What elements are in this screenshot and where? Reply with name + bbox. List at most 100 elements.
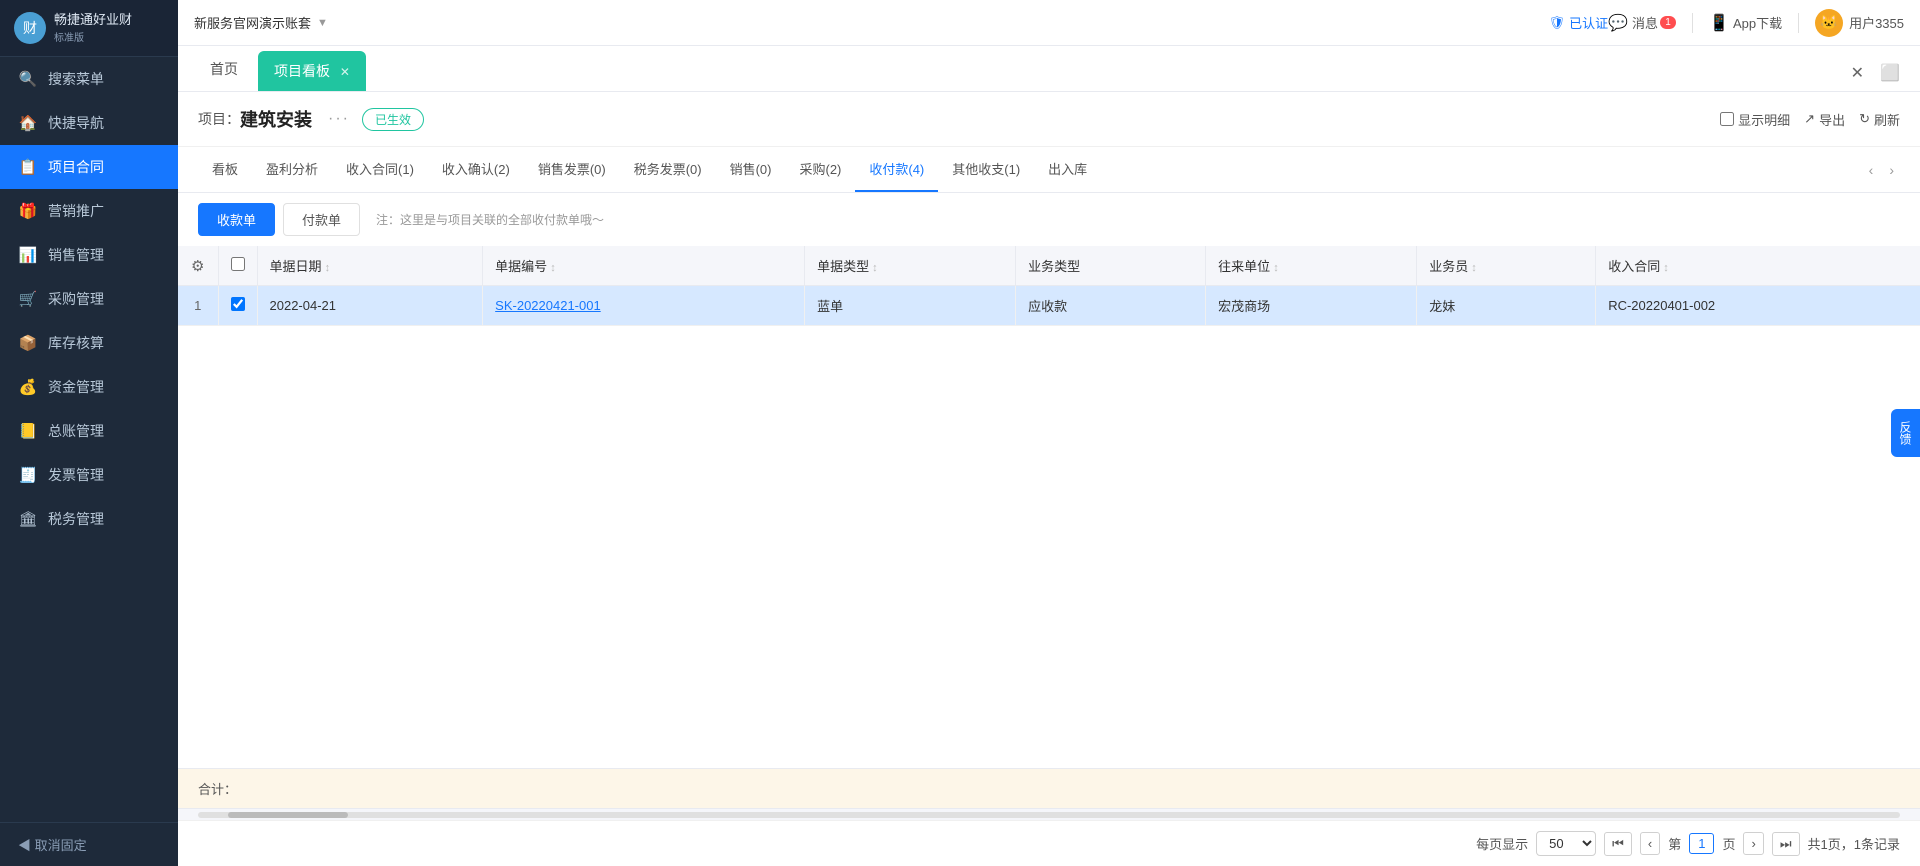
td-contract: RC-20220401-002 [1596, 286, 1920, 326]
message-icon: 💬 [1608, 13, 1628, 33]
tax-icon: 🏛 [18, 509, 38, 529]
th-settings[interactable]: ⚙ [178, 246, 218, 286]
subnav-tab-sales[interactable]: 销售(0) [716, 147, 786, 192]
ledger-icon: 📒 [18, 421, 38, 441]
export-button[interactable]: ↗ 导出 [1804, 110, 1845, 129]
subtab-bar: 收款单 付款单 注：这里是与项目关联的全部收付款单哦～ [178, 193, 1920, 246]
subnav-tab-inout[interactable]: 出入库 [1034, 147, 1101, 192]
total-label: 合计： [198, 782, 237, 797]
per-page-label: 每页显示 [1476, 834, 1528, 853]
maximize-window-button[interactable]: ⬜ [1876, 59, 1904, 87]
th-partner[interactable]: 往来单位 [1206, 246, 1417, 286]
next-page-button[interactable]: › [1743, 832, 1763, 855]
td-salesman: 龙妹 [1417, 286, 1596, 326]
th-code[interactable]: 单据编号 [483, 246, 805, 286]
show-detail-input[interactable] [1720, 112, 1734, 126]
subtab-note: 注：这里是与项目关联的全部收付款单哦～ [376, 211, 604, 228]
topbar-actions: 💬 消息 1 📱 App下载 🐱 用户3355 [1608, 9, 1904, 37]
prev-page-button[interactable]: ‹ [1640, 832, 1660, 855]
tabbar: 首页 项目看板 ✕ ✕ ⬜ [178, 46, 1920, 92]
select-all-checkbox[interactable] [231, 257, 245, 271]
subnav-tab-profit[interactable]: 盈利分析 [252, 147, 332, 192]
subnav: 看板 盈利分析 收入合同(1) 收入确认(2) 销售发票(0) 税务发票(0) … [178, 147, 1920, 193]
messages-badge: 1 [1660, 16, 1676, 29]
tab-project-board[interactable]: 项目看板 ✕ [258, 51, 366, 91]
last-page-button[interactable]: ⏭ [1772, 832, 1800, 856]
row-checkbox[interactable] [231, 297, 245, 311]
project-prefix: 项目： [198, 109, 240, 129]
app-download-button[interactable]: 📱 App下载 [1709, 13, 1782, 33]
fund-icon: 💰 [18, 377, 38, 397]
subnav-tab-tax-invoice[interactable]: 税务发票(0) [620, 147, 716, 192]
sidebar-item-tax[interactable]: 🏛 税务管理 [0, 497, 178, 541]
th-type[interactable]: 单据类型 [805, 246, 1016, 286]
td-index: 1 [178, 286, 218, 326]
sidebar-item-invoice[interactable]: 🧾 发票管理 [0, 453, 178, 497]
first-page-button[interactable]: ⏮ [1604, 832, 1632, 856]
th-date[interactable]: 单据日期 [257, 246, 483, 286]
th-salesman[interactable]: 业务员 [1417, 246, 1596, 286]
td-code[interactable]: SK-20220421-001 [483, 286, 805, 326]
sidebar-item-ledger[interactable]: 📒 总账管理 [0, 409, 178, 453]
messages-button[interactable]: 💬 消息 1 [1608, 13, 1676, 33]
refresh-icon: ↻ [1859, 111, 1870, 127]
subnav-tab-income-contract[interactable]: 收入合同(1) [332, 147, 428, 192]
export-icon: ↗ [1804, 111, 1815, 127]
topbar-divider [1692, 13, 1693, 33]
mobile-icon: 📱 [1709, 13, 1729, 33]
receipt-code-link[interactable]: SK-20220421-001 [495, 298, 601, 313]
subnav-tab-sales-invoice[interactable]: 销售发票(0) [524, 147, 620, 192]
subnav-prev-button[interactable]: ‹ [1863, 158, 1880, 182]
sidebar-item-purchase[interactable]: 🛒 采购管理 [0, 277, 178, 321]
user-avatar: 🐱 [1815, 9, 1843, 37]
scrollbar-track[interactable] [198, 812, 1900, 818]
sidebar-item-sales[interactable]: 📊 销售管理 [0, 233, 178, 277]
project-header-right: 显示明细 ↗ 导出 ↻ 刷新 [1720, 110, 1900, 129]
sidebar-unpin-button[interactable]: ◀ 取消固定 [0, 822, 178, 866]
sidebar-item-marketing[interactable]: 🎁 营销推广 [0, 189, 178, 233]
table-row[interactable]: 1 2022-04-21 SK-20220421-001 蓝单 应收款 宏茂商场… [178, 286, 1920, 326]
sidebar-item-quicknav[interactable]: 🏠 快捷导航 [0, 101, 178, 145]
account-selector[interactable]: 新服务官网演示账套 ▼ [194, 13, 1525, 32]
user-menu-button[interactable]: 🐱 用户3355 [1815, 9, 1904, 37]
sidebar-item-project[interactable]: 📋 项目合同 [0, 145, 178, 189]
th-checkbox[interactable] [218, 246, 257, 286]
refresh-button[interactable]: ↻ 刷新 [1859, 110, 1900, 129]
table-scrollbar[interactable] [178, 808, 1920, 820]
table-header-row: ⚙ 单据日期 单据编号 单据类型 业务类型 往来单位 业务员 收入合同 [178, 246, 1920, 286]
subnav-tab-payment[interactable]: 收付款(4) [855, 147, 938, 192]
project-icon: 📋 [18, 157, 38, 177]
payment-tab-button[interactable]: 付款单 [283, 203, 360, 236]
feedback-button[interactable]: 反馈 [1891, 409, 1920, 457]
subnav-tab-other[interactable]: 其他收支(1) [938, 147, 1034, 192]
marketing-icon: 🎁 [18, 201, 38, 221]
sidebar-item-inventory[interactable]: 📦 库存核算 [0, 321, 178, 365]
project-more-button[interactable]: ··· [328, 110, 350, 128]
search-icon: 🔍 [18, 69, 38, 89]
subnav-tab-kanban[interactable]: 看板 [198, 147, 252, 192]
subnav-arrows: ‹ › [1863, 158, 1900, 182]
sidebar-item-search[interactable]: 🔍 搜索菜单 [0, 57, 178, 101]
sidebar-item-fund[interactable]: 💰 资金管理 [0, 365, 178, 409]
scrollbar-thumb[interactable] [228, 812, 348, 818]
subnav-next-button[interactable]: › [1883, 158, 1900, 182]
settings-icon[interactable]: ⚙ [191, 258, 204, 275]
page-label: 第 [1668, 834, 1681, 853]
account-dropdown-arrow: ▼ [317, 17, 328, 29]
th-contract[interactable]: 收入合同 [1596, 246, 1920, 286]
per-page-select[interactable]: 50 100 200 [1536, 831, 1596, 856]
purchase-icon: 🛒 [18, 289, 38, 309]
tab-home[interactable]: 首页 [194, 49, 254, 91]
subnav-tab-income-confirm[interactable]: 收入确认(2) [428, 147, 524, 192]
tab-close-icon[interactable]: ✕ [340, 65, 350, 79]
close-window-button[interactable]: ✕ [1847, 59, 1868, 87]
table-footer: 合计： [178, 768, 1920, 808]
topbar-divider-2 [1798, 13, 1799, 33]
subnav-tab-purchase[interactable]: 采购(2) [785, 147, 855, 192]
account-name: 新服务官网演示账套 [194, 13, 311, 32]
receipt-tab-button[interactable]: 收款单 [198, 203, 275, 236]
show-detail-checkbox[interactable]: 显示明细 [1720, 110, 1790, 129]
app-logo-icon: 财 [14, 12, 46, 44]
sidebar: 财 畅捷通好业财 标准版 🔍 搜索菜单 🏠 快捷导航 📋 项目合同 🎁 营销推广… [0, 0, 178, 866]
td-checkbox[interactable] [218, 286, 257, 326]
